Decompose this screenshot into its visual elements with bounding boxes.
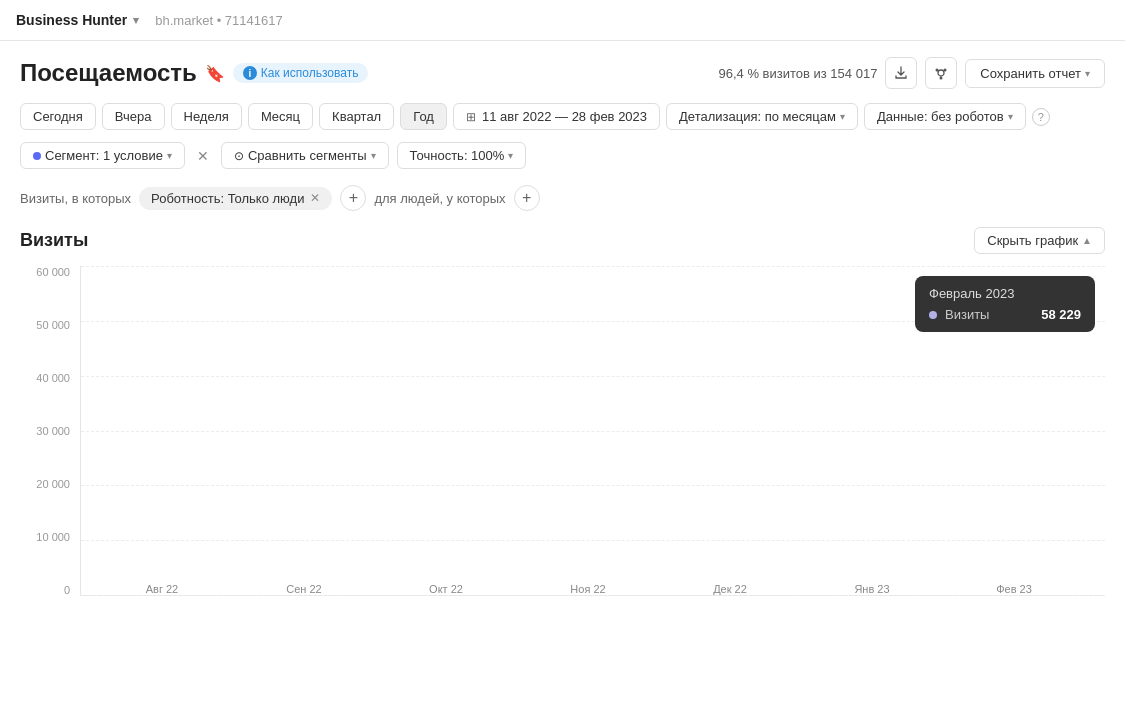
chart-section: Визиты Скрыть график ▲ 60 000 50 000 40 00… xyxy=(20,227,1105,626)
brand-chevron: ▾ xyxy=(133,14,139,27)
bar-group: Фев 23 xyxy=(943,577,1085,595)
y-axis-label: 40 000 xyxy=(36,372,70,384)
bar-label: Окт 22 xyxy=(429,583,463,595)
segment-dot xyxy=(33,152,41,160)
info-badge[interactable]: i Как использовать xyxy=(233,63,369,83)
segment-chevron: ▾ xyxy=(167,150,172,161)
detail-button[interactable]: Детализация: по месяцам ▾ xyxy=(666,103,858,130)
add-condition-button[interactable]: + xyxy=(340,185,366,211)
grid-line xyxy=(81,595,1105,596)
bars-container: Авг 22 Сен 22 Окт 22 Ноя 22 Дек 22 Янв 23 Фев … xyxy=(81,266,1105,595)
bar-label: Янв 23 xyxy=(854,583,889,595)
add-for-condition-button[interactable]: + xyxy=(514,185,540,211)
y-axis-label: 60 000 xyxy=(36,266,70,278)
svg-point-3 xyxy=(940,77,943,80)
filter-year[interactable]: Год xyxy=(400,103,447,130)
detail-chevron: ▾ xyxy=(840,111,845,122)
bar-group: Сен 22 xyxy=(233,577,375,595)
compare-chevron: ▾ xyxy=(371,150,376,161)
hide-chart-chevron: ▲ xyxy=(1082,235,1092,246)
export-icon xyxy=(894,66,908,80)
visits-stat: 96,4 % визитов из 154 017 xyxy=(719,66,878,81)
detail-label: Детализация: по месяцам xyxy=(679,109,836,124)
bar-label: Сен 22 xyxy=(286,583,321,595)
hide-chart-button[interactable]: Скрыть график ▲ xyxy=(974,227,1105,254)
filter-yesterday[interactable]: Вчера xyxy=(102,103,165,130)
y-axis-label: 50 000 xyxy=(36,319,70,331)
svg-point-2 xyxy=(944,69,947,72)
save-report-label: Сохранить отчет xyxy=(980,66,1081,81)
bar-group: Окт 22 xyxy=(375,577,517,595)
date-picker-button[interactable]: ⊞ 11 авг 2022 — 28 фев 2023 xyxy=(453,103,660,130)
segment-label: Сегмент: 1 условие xyxy=(45,148,163,163)
bar-label: Дек 22 xyxy=(713,583,747,595)
help-icon[interactable]: ? xyxy=(1032,108,1050,126)
y-axis: 60 000 50 000 40 000 30 000 20 000 10 000 0 xyxy=(20,266,78,596)
page-header-left: Посещаемость 🔖 i Как использовать xyxy=(20,59,368,87)
bar-group: Авг 22 xyxy=(91,577,233,595)
y-axis-label: 20 000 xyxy=(36,478,70,490)
chart-container: 60 000 50 000 40 000 30 000 20 000 10 000 0 Ав… xyxy=(20,266,1105,626)
for-label: для людей, у которых xyxy=(374,191,505,206)
chart-title: Визиты xyxy=(20,230,88,251)
bookmark-icon[interactable]: 🔖 xyxy=(205,64,225,83)
date-range-label: 11 авг 2022 — 28 фев 2023 xyxy=(482,109,647,124)
segment-bar: Сегмент: 1 условие ▾ ✕ ⊙ Сравнить сегмен… xyxy=(20,142,1105,169)
page-header-right: 96,4 % визитов из 154 017 Сохранить отче… xyxy=(719,57,1106,89)
compare-label: Сравнить сегменты xyxy=(248,148,367,163)
data-chevron: ▾ xyxy=(1008,111,1013,122)
segment-remove-button[interactable]: ✕ xyxy=(193,146,213,166)
svg-point-0 xyxy=(938,70,944,76)
y-axis-label: 10 000 xyxy=(36,531,70,543)
share-icon xyxy=(934,66,948,80)
chart-header: Визиты Скрыть график ▲ xyxy=(20,227,1105,254)
y-axis-label: 0 xyxy=(64,584,70,596)
brand-title[interactable]: Business Hunter ▾ xyxy=(16,12,139,28)
bar-label: Авг 22 xyxy=(146,583,178,595)
export-button[interactable] xyxy=(885,57,917,89)
condition-tag-label: Роботность: Только люди xyxy=(151,191,304,206)
hide-chart-label: Скрыть график xyxy=(987,233,1078,248)
chart-inner: Авг 22 Сен 22 Окт 22 Ноя 22 Дек 22 Янв 23 Фев … xyxy=(80,266,1105,596)
share-button[interactable] xyxy=(925,57,957,89)
bar-group: Ноя 22 xyxy=(517,577,659,595)
accuracy-label: Точность: 100% xyxy=(410,148,505,163)
compare-icon: ⊙ xyxy=(234,149,244,163)
condition-bar: Визиты, в которых Роботность: Только люд… xyxy=(20,185,1105,211)
filter-quarter[interactable]: Квартал xyxy=(319,103,394,130)
bar-group: Дек 22 xyxy=(659,577,801,595)
y-axis-label: 30 000 xyxy=(36,425,70,437)
segment-button[interactable]: Сегмент: 1 условие ▾ xyxy=(20,142,185,169)
filter-week[interactable]: Неделя xyxy=(171,103,242,130)
bar-group: Янв 23 xyxy=(801,577,943,595)
top-bar: Business Hunter ▾ bh.market • 71141617 xyxy=(0,0,1125,41)
condition-tag: Роботность: Только люди ✕ xyxy=(139,187,332,210)
filter-today[interactable]: Сегодня xyxy=(20,103,96,130)
bar-label: Фев 23 xyxy=(996,583,1032,595)
main-content: Посещаемость 🔖 i Как использовать 96,4 %… xyxy=(0,41,1125,642)
save-report-chevron: ▾ xyxy=(1085,68,1090,79)
data-label: Данные: без роботов xyxy=(877,109,1004,124)
brand-name: Business Hunter xyxy=(16,12,127,28)
bar-label: Ноя 22 xyxy=(570,583,605,595)
svg-point-1 xyxy=(936,69,939,72)
calendar-icon: ⊞ xyxy=(466,110,476,124)
filter-bar: Сегодня Вчера Неделя Месяц Квартал Год ⊞… xyxy=(20,103,1105,130)
top-bar-sub: bh.market • 71141617 xyxy=(155,13,282,28)
data-button[interactable]: Данные: без роботов ▾ xyxy=(864,103,1026,130)
save-report-button[interactable]: Сохранить отчет ▾ xyxy=(965,59,1105,88)
info-icon: i xyxy=(243,66,257,80)
info-label: Как использовать xyxy=(261,66,359,80)
condition-tag-remove[interactable]: ✕ xyxy=(310,191,320,205)
condition-prefix: Визиты, в которых xyxy=(20,191,131,206)
accuracy-button[interactable]: Точность: 100% ▾ xyxy=(397,142,527,169)
compare-button[interactable]: ⊙ Сравнить сегменты ▾ xyxy=(221,142,389,169)
page-title: Посещаемость xyxy=(20,59,197,87)
page-header: Посещаемость 🔖 i Как использовать 96,4 %… xyxy=(20,57,1105,89)
filter-month[interactable]: Месяц xyxy=(248,103,313,130)
accuracy-chevron: ▾ xyxy=(508,150,513,161)
